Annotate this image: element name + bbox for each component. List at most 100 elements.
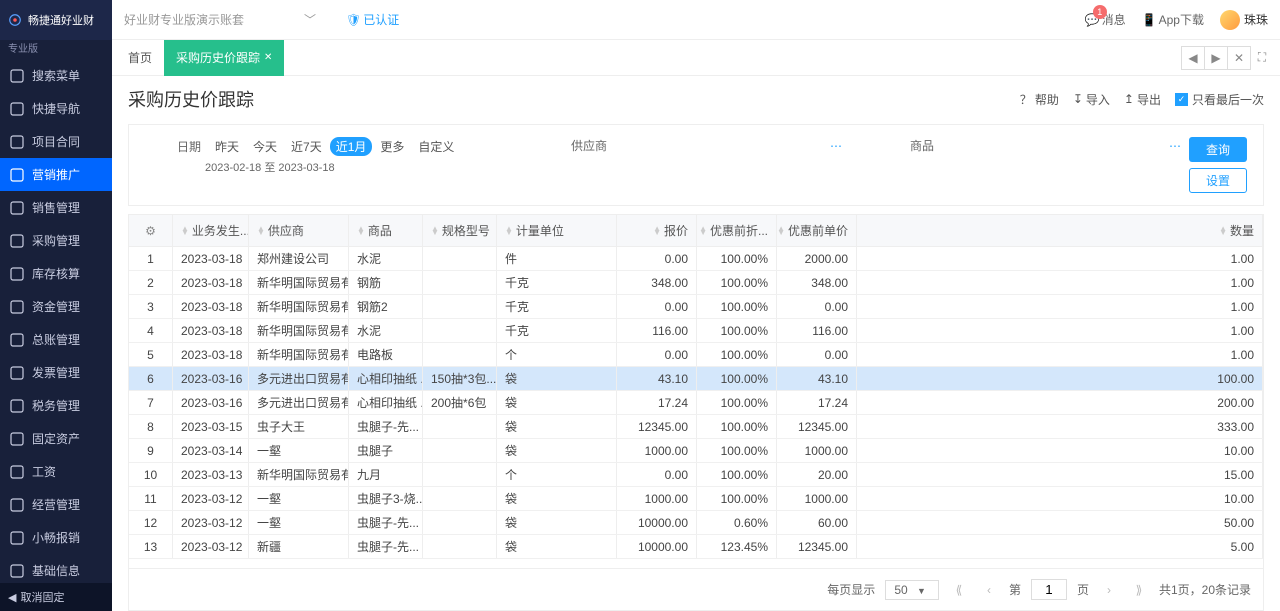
cell-uprice: 0.00 (777, 343, 857, 366)
sidebar-item-grid[interactable]: 营销推广 (0, 158, 112, 191)
date-tab-1[interactable]: 今天 (247, 137, 283, 156)
sidebar-item-invoice[interactable]: 发票管理 (0, 356, 112, 389)
row-index: 1 (129, 247, 173, 270)
sidebar-item-pkg[interactable]: 采购管理 (0, 224, 112, 257)
import-button[interactable]: ↧导入 (1073, 91, 1110, 108)
sidebar-item-label: 营销推广 (32, 166, 80, 183)
table-row[interactable]: 12023-03-18郑州建设公司水泥件0.00100.00%2000.001.… (129, 247, 1263, 271)
table-row[interactable]: 112023-03-12一壑虫腿子3-烧...袋1000.00100.00%10… (129, 487, 1263, 511)
th-unit[interactable]: ▲▼计量单位 (497, 215, 617, 246)
date-tab-5[interactable]: 自定义 (412, 137, 460, 156)
th-uprice[interactable]: ▲▼优惠前单价 (777, 215, 857, 246)
fullscreen-button[interactable]: ⛶ (1250, 46, 1274, 70)
sidebar-pin-toggle[interactable]: ◀ 取消固定 (0, 583, 112, 611)
sidebar-item-label: 小畅报销 (32, 529, 80, 546)
sidebar-item-salary[interactable]: 工资 (0, 455, 112, 488)
close-icon[interactable]: ✕ (264, 52, 272, 63)
page-first[interactable]: ⟪ (949, 580, 969, 600)
sidebar-item-expense[interactable]: 小畅报销 (0, 521, 112, 554)
tenant-select[interactable]: 好业财专业版演示账套 ﹀ (124, 11, 316, 28)
cell-spec (423, 511, 497, 534)
th-price[interactable]: ▲▼报价 (617, 215, 697, 246)
sort-icon: ▲▼ (431, 227, 439, 235)
tab-prev[interactable]: ◀ (1181, 46, 1205, 70)
main: 好业财专业版演示账套 ﹀ 🛡 已认证 💬 消息 1 📱 App下载 珠珠 (112, 0, 1280, 611)
notifications[interactable]: 💬 消息 1 (1085, 11, 1126, 28)
th-supplier[interactable]: ▲▼供应商 (249, 215, 349, 246)
date-tab-4[interactable]: 更多 (374, 137, 410, 156)
cell-date: 2023-03-14 (173, 439, 249, 462)
cell-unit: 袋 (497, 367, 617, 390)
sidebar-item-mgmt[interactable]: 经营管理 (0, 488, 112, 521)
page-next[interactable]: › (1099, 580, 1119, 600)
table-row[interactable]: 42023-03-18新华明国际贸易有限...水泥千克116.00100.00%… (129, 319, 1263, 343)
product-picker[interactable]: ⋯ (1169, 139, 1183, 153)
sidebar-footer-label: 取消固定 (20, 589, 64, 605)
table-row[interactable]: 132023-03-12新疆虫腿子-先...袋10000.00123.45%12… (129, 535, 1263, 559)
tab-label: 首页 (128, 49, 152, 66)
table-row[interactable]: 92023-03-14一壑虫腿子袋1000.00100.00%1000.0010… (129, 439, 1263, 463)
supplier-picker[interactable]: ⋯ (830, 139, 844, 153)
sidebar-item-doc[interactable]: 项目合同 (0, 125, 112, 158)
cell-spec (423, 463, 497, 486)
tab-next[interactable]: ▶ (1204, 46, 1228, 70)
cell-spec (423, 295, 497, 318)
page-title: 采购历史价跟踪 (128, 86, 254, 112)
sidebar-item-asset[interactable]: 固定资产 (0, 422, 112, 455)
export-button[interactable]: ↥导出 (1124, 91, 1161, 108)
tab-purchase-history[interactable]: 采购历史价跟踪 ✕ (164, 40, 284, 76)
sidebar-item-tax[interactable]: 税务管理 (0, 389, 112, 422)
table-row[interactable]: 102023-03-13新华明国际贸易有限...九月个0.00100.00%20… (129, 463, 1263, 487)
date-tab-2[interactable]: 近7天 (285, 137, 328, 156)
tab-home[interactable]: 首页 (116, 40, 164, 76)
cell-price: 1000.00 (617, 439, 697, 462)
th-disc[interactable]: ▲▼优惠前折... (697, 215, 777, 246)
th-spec[interactable]: ▲▼规格型号 (423, 215, 497, 246)
th-qty[interactable]: ▲▼数量 (857, 215, 1263, 246)
table-row[interactable]: 22023-03-18新华明国际贸易有限...钢筋千克348.00100.00%… (129, 271, 1263, 295)
salary-icon (10, 465, 24, 479)
app-download[interactable]: 📱 App下载 (1142, 11, 1204, 28)
cell-price: 116.00 (617, 319, 697, 342)
sidebar-item-stock[interactable]: 库存核算 (0, 257, 112, 290)
cell-supplier: 一壑 (249, 439, 349, 462)
table-row[interactable]: 32023-03-18新华明国际贸易有限...钢筋2千克0.00100.00%0… (129, 295, 1263, 319)
cell-price: 10000.00 (617, 535, 697, 558)
table-row[interactable]: 122023-03-12一壑虫腿子-先...袋10000.000.60%60.0… (129, 511, 1263, 535)
only-last-checkbox[interactable]: ✓ 只看最后一次 (1175, 91, 1264, 108)
table-row[interactable]: 72023-03-16多元进出口贸易有限...心相印抽纸 ...200抽*6包袋… (129, 391, 1263, 415)
per-page-select[interactable]: 50 ▼ (885, 580, 939, 600)
date-tab-0[interactable]: 昨天 (209, 137, 245, 156)
user-menu[interactable]: 珠珠 (1220, 10, 1268, 30)
cell-price: 0.00 (617, 247, 697, 270)
date-tab-3[interactable]: 近1月 (330, 137, 373, 156)
sidebar-item-cart[interactable]: 销售管理 (0, 191, 112, 224)
cell-product: 水泥 (349, 247, 423, 270)
settings-button[interactable]: 设置 (1189, 168, 1247, 193)
table-row[interactable]: 52023-03-18新华明国际贸易有限...电路板个0.00100.00%0.… (129, 343, 1263, 367)
table-row[interactable]: 62023-03-16多元进出口贸易有限...心相印抽纸 ...150抽*3包.… (129, 367, 1263, 391)
product-label: 商品 (910, 137, 934, 154)
sidebar-item-book[interactable]: 总账管理 (0, 323, 112, 356)
th-date[interactable]: ▲▼业务发生... (173, 215, 249, 246)
sidebar-item-home[interactable]: 快捷导航 (0, 92, 112, 125)
tab-close-all[interactable]: ✕ (1227, 46, 1251, 70)
sidebar-item-search[interactable]: 搜索菜单 (0, 59, 112, 92)
page-prev[interactable]: ‹ (979, 580, 999, 600)
th-product[interactable]: ▲▼商品 (349, 215, 423, 246)
cell-supplier: 新华明国际贸易有限... (249, 319, 349, 342)
cell-unit: 千克 (497, 319, 617, 342)
gear-icon[interactable]: ⚙ (145, 224, 156, 238)
cell-product: 钢筋 (349, 271, 423, 294)
sidebar-item-base[interactable]: 基础信息 (0, 554, 112, 583)
page-input[interactable] (1031, 579, 1067, 600)
cell-uprice: 12345.00 (777, 415, 857, 438)
query-button[interactable]: 查询 (1189, 137, 1247, 162)
help-button[interactable]: ？帮助 (1020, 91, 1059, 108)
verified-badge: 🛡 已认证 (346, 11, 399, 28)
page-last[interactable]: ⟫ (1129, 580, 1149, 600)
table-row[interactable]: 82023-03-15虫子大王虫腿子-先...袋12345.00100.00%1… (129, 415, 1263, 439)
cell-disc: 100.00% (697, 367, 777, 390)
page-label-pre: 第 (1009, 581, 1021, 598)
sidebar-item-money[interactable]: 资金管理 (0, 290, 112, 323)
